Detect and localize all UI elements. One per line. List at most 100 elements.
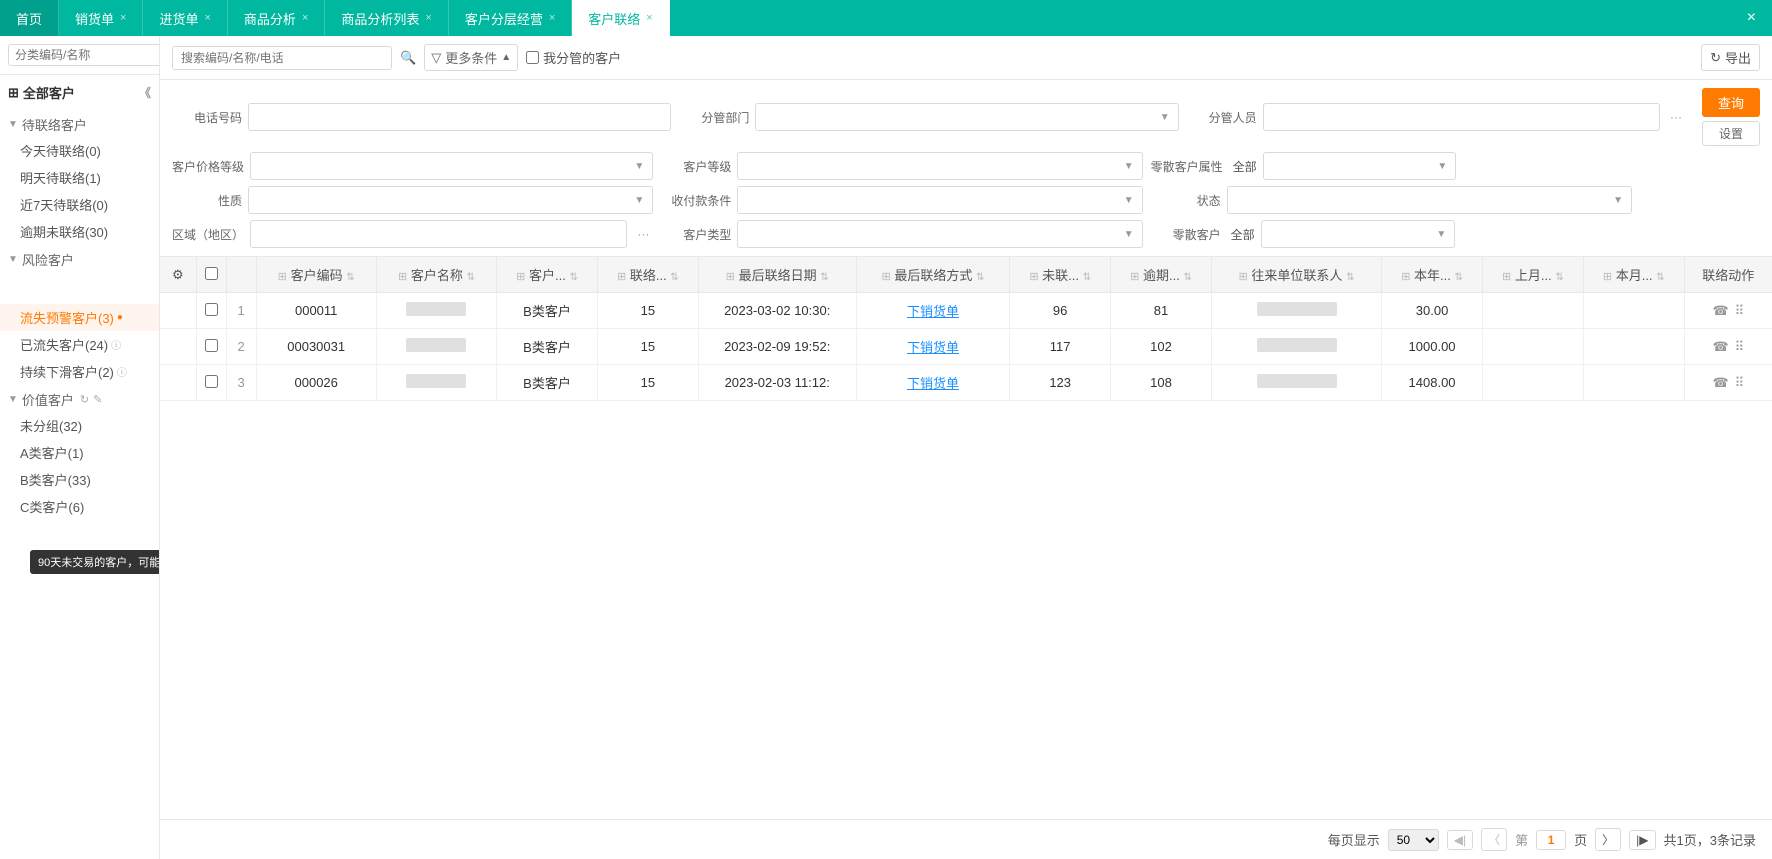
col-name-pin[interactable]: ⊞ (398, 271, 407, 283)
price-level-select[interactable]: ▼ (250, 152, 653, 180)
col-year-sort[interactable]: ⇅ (1455, 272, 1463, 283)
col-last-date-pin[interactable]: ⊞ (726, 271, 735, 283)
risk-customers-section[interactable]: ▼ 风险客户 (0, 245, 159, 272)
sidebar-item-class-a[interactable]: A类客户(1) (0, 439, 159, 466)
more-conditions-btn[interactable]: ▽ 更多条件 ▲ (424, 44, 518, 71)
tab-purchase-close[interactable]: × (204, 12, 210, 24)
sidebar-search-input[interactable] (8, 44, 160, 66)
payment-select[interactable]: ▼ (737, 186, 1142, 214)
region-select[interactable] (250, 220, 627, 248)
action-phone-icon-2[interactable]: ☎ (1712, 375, 1728, 391)
dept-select[interactable]: ▼ (755, 103, 1178, 131)
row-method-link-0[interactable]: 下销货单 (907, 304, 959, 319)
tab-sales[interactable]: 销货单 × (59, 0, 143, 36)
customer-level-select[interactable]: ▼ (737, 152, 1142, 180)
next-page-btn[interactable]: 〉 (1595, 828, 1621, 851)
valued-customers-section[interactable]: ▼ 价值客户 ↻ ✎ (0, 385, 159, 412)
row-checkbox-input-1[interactable] (205, 339, 218, 352)
query-btn[interactable]: 查询 (1702, 88, 1760, 117)
sidebar-item-lost[interactable]: 已流失客户(24) ⓘ (0, 331, 159, 358)
action-phone-icon-0[interactable]: ☎ (1712, 303, 1728, 319)
col-tm-sort[interactable]: ⇅ (1656, 272, 1664, 283)
page-input[interactable] (1536, 830, 1566, 850)
action-phone-icon-1[interactable]: ☎ (1712, 339, 1728, 355)
first-page-btn[interactable]: ◀| (1447, 830, 1473, 850)
action-more-icon-2[interactable]: ⠿ (1735, 375, 1745, 391)
pending-contact-section[interactable]: ▼ 待联络客户 (0, 110, 159, 137)
sidebar-item-tomorrow[interactable]: 明天待联络(1) (0, 164, 159, 191)
tab-product-analysis-close[interactable]: × (302, 12, 308, 24)
col-last-date-sort[interactable]: ⇅ (820, 272, 828, 283)
person-select[interactable] (1263, 103, 1660, 131)
col-last-method-sort[interactable]: ⇅ (976, 272, 984, 283)
valued-edit-icon[interactable]: ✎ (93, 393, 102, 406)
row-method-link-2[interactable]: 下销货单 (907, 376, 959, 391)
tab-purchase[interactable]: 进货单 × (143, 0, 227, 36)
sidebar-item-unclassified[interactable]: 未分组(32) (0, 412, 159, 439)
page-size-select[interactable]: 50 10 20 100 (1388, 829, 1439, 851)
collapse-icon[interactable]: 《 (139, 84, 151, 101)
col-overdue-pin[interactable]: ⊞ (1130, 271, 1139, 283)
last-page-btn[interactable]: |▶ (1629, 830, 1655, 850)
tab-product-analysis-list[interactable]: 商品分析列表 × (325, 0, 448, 36)
col-year-pin[interactable]: ⊞ (1401, 271, 1410, 283)
settings-btn[interactable]: 设置 (1702, 121, 1760, 146)
filter-search-icon[interactable]: 🔍 (400, 50, 416, 66)
prev-page-btn[interactable]: 〈 (1481, 828, 1507, 851)
col-type-sort[interactable]: ⇅ (569, 272, 577, 283)
sidebar-item-loss-warning[interactable]: 流失预警客户(3) ● (0, 304, 159, 331)
phone-input[interactable] (248, 103, 671, 131)
scatter-attr-select[interactable]: ▼ (1263, 152, 1457, 180)
col-settings[interactable]: ⚙ (160, 257, 196, 293)
col-code-pin[interactable]: ⊞ (278, 271, 287, 283)
row-method-link-1[interactable]: 下销货单 (907, 340, 959, 355)
region-more[interactable]: ··· (633, 227, 653, 241)
col-contact-sort[interactable]: ⇅ (670, 272, 678, 283)
tab-customer-segment[interactable]: 客户分层经营 × (449, 0, 572, 36)
col-type-pin[interactable]: ⊞ (516, 271, 525, 283)
col-last-method-pin[interactable]: ⊞ (882, 271, 891, 283)
col-no-contact-pin[interactable]: ⊞ (1029, 271, 1038, 283)
export-btn[interactable]: ↻ 导出 (1701, 44, 1760, 71)
sidebar-item-week[interactable]: 近7天待联络(0) (0, 191, 159, 218)
col-overdue-sort[interactable]: ⇅ (1183, 272, 1191, 283)
select-all-checkbox[interactable] (205, 267, 218, 280)
my-customers-checkbox[interactable] (526, 51, 539, 64)
sidebar-item-class-b[interactable]: B类客户(33) (0, 466, 159, 493)
tab-customer-contact-close[interactable]: × (646, 12, 652, 24)
sidebar-item-class-c[interactable]: C类客户(6) (0, 493, 159, 520)
row-checkbox-input-2[interactable] (205, 375, 218, 388)
sidebar-item-overdue[interactable]: 逾期未联络(30) (0, 218, 159, 245)
tab-customer-contact[interactable]: 客户联络 × (572, 0, 669, 36)
tab-home[interactable]: 首页 (0, 0, 59, 36)
col-lm-sort[interactable]: ⇅ (1555, 272, 1563, 283)
action-more-icon-0[interactable]: ⠿ (1735, 303, 1745, 319)
row-checkbox-input-0[interactable] (205, 303, 218, 316)
col-unit-sort[interactable]: ⇅ (1346, 272, 1354, 283)
sidebar-item-today[interactable]: 今天待联络(0) (0, 137, 159, 164)
col-unit-pin[interactable]: ⊞ (1239, 271, 1248, 283)
my-customers-checkbox-label[interactable]: 我分管的客户 (526, 48, 621, 67)
nature-select[interactable]: ▼ (248, 186, 653, 214)
all-customers-header[interactable]: ⊞ 全部客户 《 (0, 75, 159, 110)
sidebar-item-declining[interactable]: 持续下滑客户(2) ⓘ (0, 358, 159, 385)
customer-type-select[interactable]: ▼ (737, 220, 1142, 248)
action-more-icon-1[interactable]: ⠿ (1735, 339, 1745, 355)
col-lm-pin[interactable]: ⊞ (1502, 271, 1511, 283)
tab-sales-close[interactable]: × (120, 12, 126, 24)
col-tm-pin[interactable]: ⊞ (1603, 271, 1612, 283)
filter-search-input[interactable] (172, 46, 392, 70)
tab-customer-segment-close[interactable]: × (549, 12, 555, 24)
person-more[interactable]: ··· (1666, 110, 1686, 124)
declining-label: 持续下滑客户(2) (20, 362, 114, 381)
tab-product-analysis[interactable]: 商品分析 × (228, 0, 325, 36)
col-code-sort[interactable]: ⇅ (346, 272, 354, 283)
col-contact-pin[interactable]: ⊞ (617, 271, 626, 283)
col-name-sort[interactable]: ⇅ (467, 272, 475, 283)
scatter-select[interactable]: ▼ (1261, 220, 1456, 248)
valued-refresh-icon[interactable]: ↻ (80, 393, 89, 406)
col-no-contact-sort[interactable]: ⇅ (1083, 272, 1091, 283)
status-select[interactable]: ▼ (1227, 186, 1632, 214)
window-close-button[interactable]: × (1731, 9, 1772, 27)
tab-product-analysis-list-close[interactable]: × (425, 12, 431, 24)
